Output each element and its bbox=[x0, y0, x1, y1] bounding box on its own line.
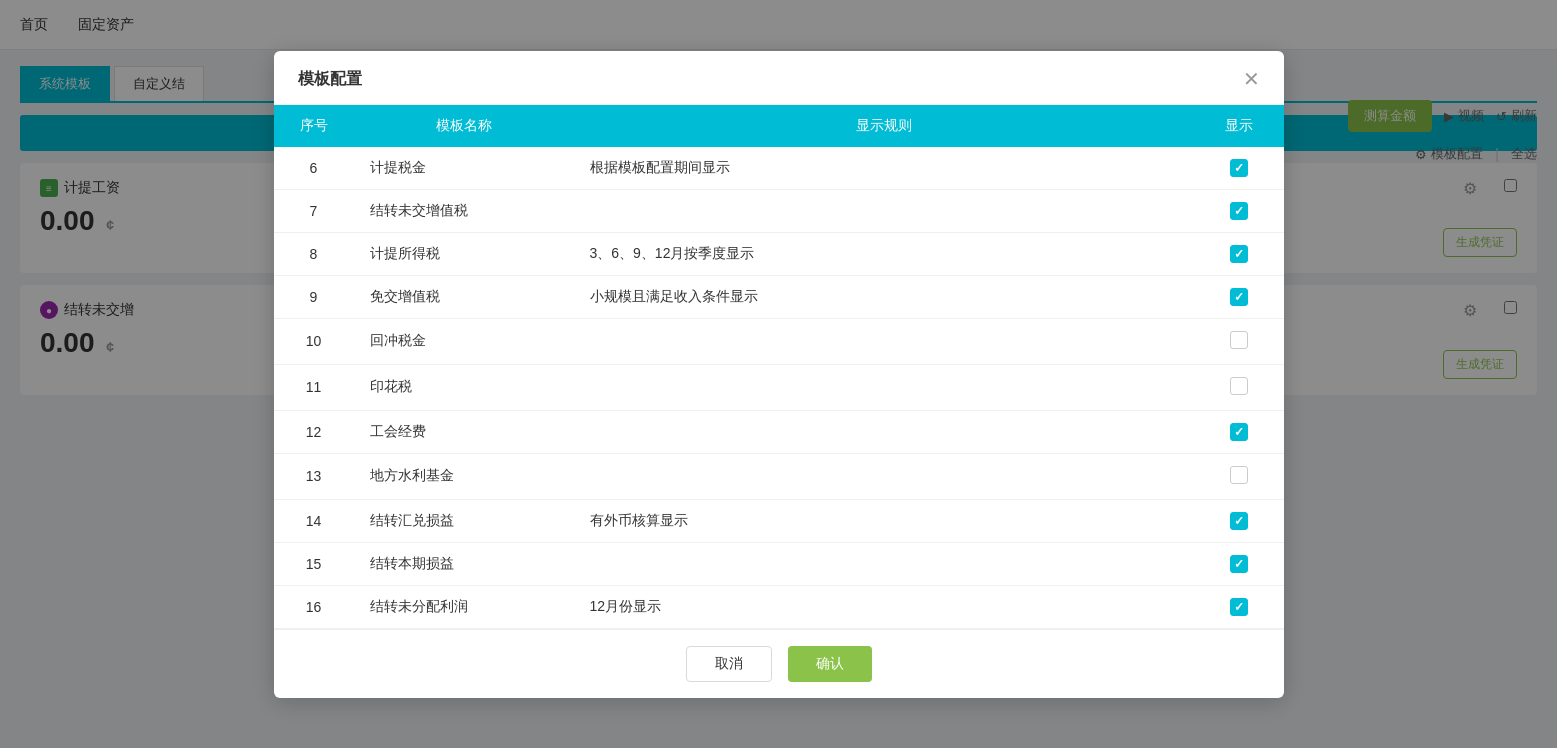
table-row: 13地方水利基金 bbox=[274, 453, 1284, 499]
row-index: 9 bbox=[274, 275, 354, 318]
display-checkbox[interactable] bbox=[1230, 159, 1248, 177]
row-index: 11 bbox=[274, 364, 354, 410]
row-display bbox=[1194, 585, 1284, 628]
row-rule bbox=[574, 364, 1194, 410]
row-rule bbox=[574, 318, 1194, 364]
row-index: 14 bbox=[274, 499, 354, 542]
modal-footer: 取消 确认 bbox=[274, 629, 1284, 698]
row-rule: 有外币核算显示 bbox=[574, 499, 1194, 542]
row-name: 结转汇兑损益 bbox=[354, 499, 574, 542]
table-row: 10回冲税金 bbox=[274, 318, 1284, 364]
row-name: 结转未分配利润 bbox=[354, 585, 574, 628]
display-checkbox[interactable] bbox=[1230, 245, 1248, 263]
cancel-button[interactable]: 取消 bbox=[686, 646, 772, 682]
table-row: 7结转未交增值税 bbox=[274, 189, 1284, 232]
row-display bbox=[1194, 275, 1284, 318]
display-checkbox[interactable] bbox=[1230, 423, 1248, 441]
row-rule bbox=[574, 189, 1194, 232]
row-name: 结转未交增值税 bbox=[354, 189, 574, 232]
display-checkbox[interactable] bbox=[1230, 466, 1248, 484]
display-checkbox[interactable] bbox=[1230, 202, 1248, 220]
row-name: 计提所得税 bbox=[354, 232, 574, 275]
display-checkbox[interactable] bbox=[1230, 288, 1248, 306]
modal-body: 序号 模板名称 显示规则 显示 6计提税金根据模板配置期间显示7结转未交增值税8… bbox=[274, 105, 1284, 629]
modal-title: 模板配置 bbox=[298, 69, 362, 90]
display-checkbox[interactable] bbox=[1230, 377, 1248, 395]
row-display bbox=[1194, 318, 1284, 364]
table-row: 11印花税 bbox=[274, 364, 1284, 410]
row-index: 15 bbox=[274, 542, 354, 585]
display-checkbox[interactable] bbox=[1230, 598, 1248, 616]
config-table-body: 6计提税金根据模板配置期间显示7结转未交增值税8计提所得税3、6、9、12月按季… bbox=[274, 147, 1284, 629]
row-display bbox=[1194, 147, 1284, 190]
col-index: 序号 bbox=[274, 105, 354, 147]
row-rule: 12月份显示 bbox=[574, 585, 1194, 628]
row-rule bbox=[574, 410, 1194, 453]
row-rule: 小规模且满足收入条件显示 bbox=[574, 275, 1194, 318]
row-index: 12 bbox=[274, 410, 354, 453]
config-table-header: 序号 模板名称 显示规则 显示 bbox=[274, 105, 1284, 147]
table-row: 12工会经费 bbox=[274, 410, 1284, 453]
table-row: 6计提税金根据模板配置期间显示 bbox=[274, 147, 1284, 190]
table-row: 15结转本期损益 bbox=[274, 542, 1284, 585]
row-index: 8 bbox=[274, 232, 354, 275]
table-row: 14结转汇兑损益有外币核算显示 bbox=[274, 499, 1284, 542]
row-name: 工会经费 bbox=[354, 410, 574, 453]
row-name: 回冲税金 bbox=[354, 318, 574, 364]
modal-overlay: 模板配置 ✕ 序号 模板名称 显示规则 显示 6计提税金根据模板配置期间显示7结… bbox=[0, 0, 1557, 748]
row-display bbox=[1194, 364, 1284, 410]
row-index: 7 bbox=[274, 189, 354, 232]
modal-close-button[interactable]: ✕ bbox=[1243, 69, 1260, 89]
row-rule: 根据模板配置期间显示 bbox=[574, 147, 1194, 190]
table-row: 9免交增值税小规模且满足收入条件显示 bbox=[274, 275, 1284, 318]
row-display bbox=[1194, 232, 1284, 275]
row-index: 16 bbox=[274, 585, 354, 628]
col-display: 显示 bbox=[1194, 105, 1284, 147]
row-rule bbox=[574, 453, 1194, 499]
display-checkbox[interactable] bbox=[1230, 331, 1248, 349]
template-config-modal: 模板配置 ✕ 序号 模板名称 显示规则 显示 6计提税金根据模板配置期间显示7结… bbox=[274, 51, 1284, 698]
row-rule bbox=[574, 542, 1194, 585]
col-name: 模板名称 bbox=[354, 105, 574, 147]
modal-header: 模板配置 ✕ bbox=[274, 51, 1284, 105]
row-name: 结转本期损益 bbox=[354, 542, 574, 585]
row-display bbox=[1194, 499, 1284, 542]
row-rule: 3、6、9、12月按季度显示 bbox=[574, 232, 1194, 275]
row-display bbox=[1194, 410, 1284, 453]
table-row: 16结转未分配利润12月份显示 bbox=[274, 585, 1284, 628]
confirm-button[interactable]: 确认 bbox=[788, 646, 872, 682]
row-name: 计提税金 bbox=[354, 147, 574, 190]
row-name: 印花税 bbox=[354, 364, 574, 410]
row-name: 免交增值税 bbox=[354, 275, 574, 318]
row-index: 6 bbox=[274, 147, 354, 190]
display-checkbox[interactable] bbox=[1230, 555, 1248, 573]
row-index: 10 bbox=[274, 318, 354, 364]
col-rule: 显示规则 bbox=[574, 105, 1194, 147]
row-index: 13 bbox=[274, 453, 354, 499]
row-display bbox=[1194, 453, 1284, 499]
row-name: 地方水利基金 bbox=[354, 453, 574, 499]
row-display bbox=[1194, 189, 1284, 232]
table-row: 8计提所得税3、6、9、12月按季度显示 bbox=[274, 232, 1284, 275]
row-display bbox=[1194, 542, 1284, 585]
display-checkbox[interactable] bbox=[1230, 512, 1248, 530]
config-table: 序号 模板名称 显示规则 显示 6计提税金根据模板配置期间显示7结转未交增值税8… bbox=[274, 105, 1284, 629]
